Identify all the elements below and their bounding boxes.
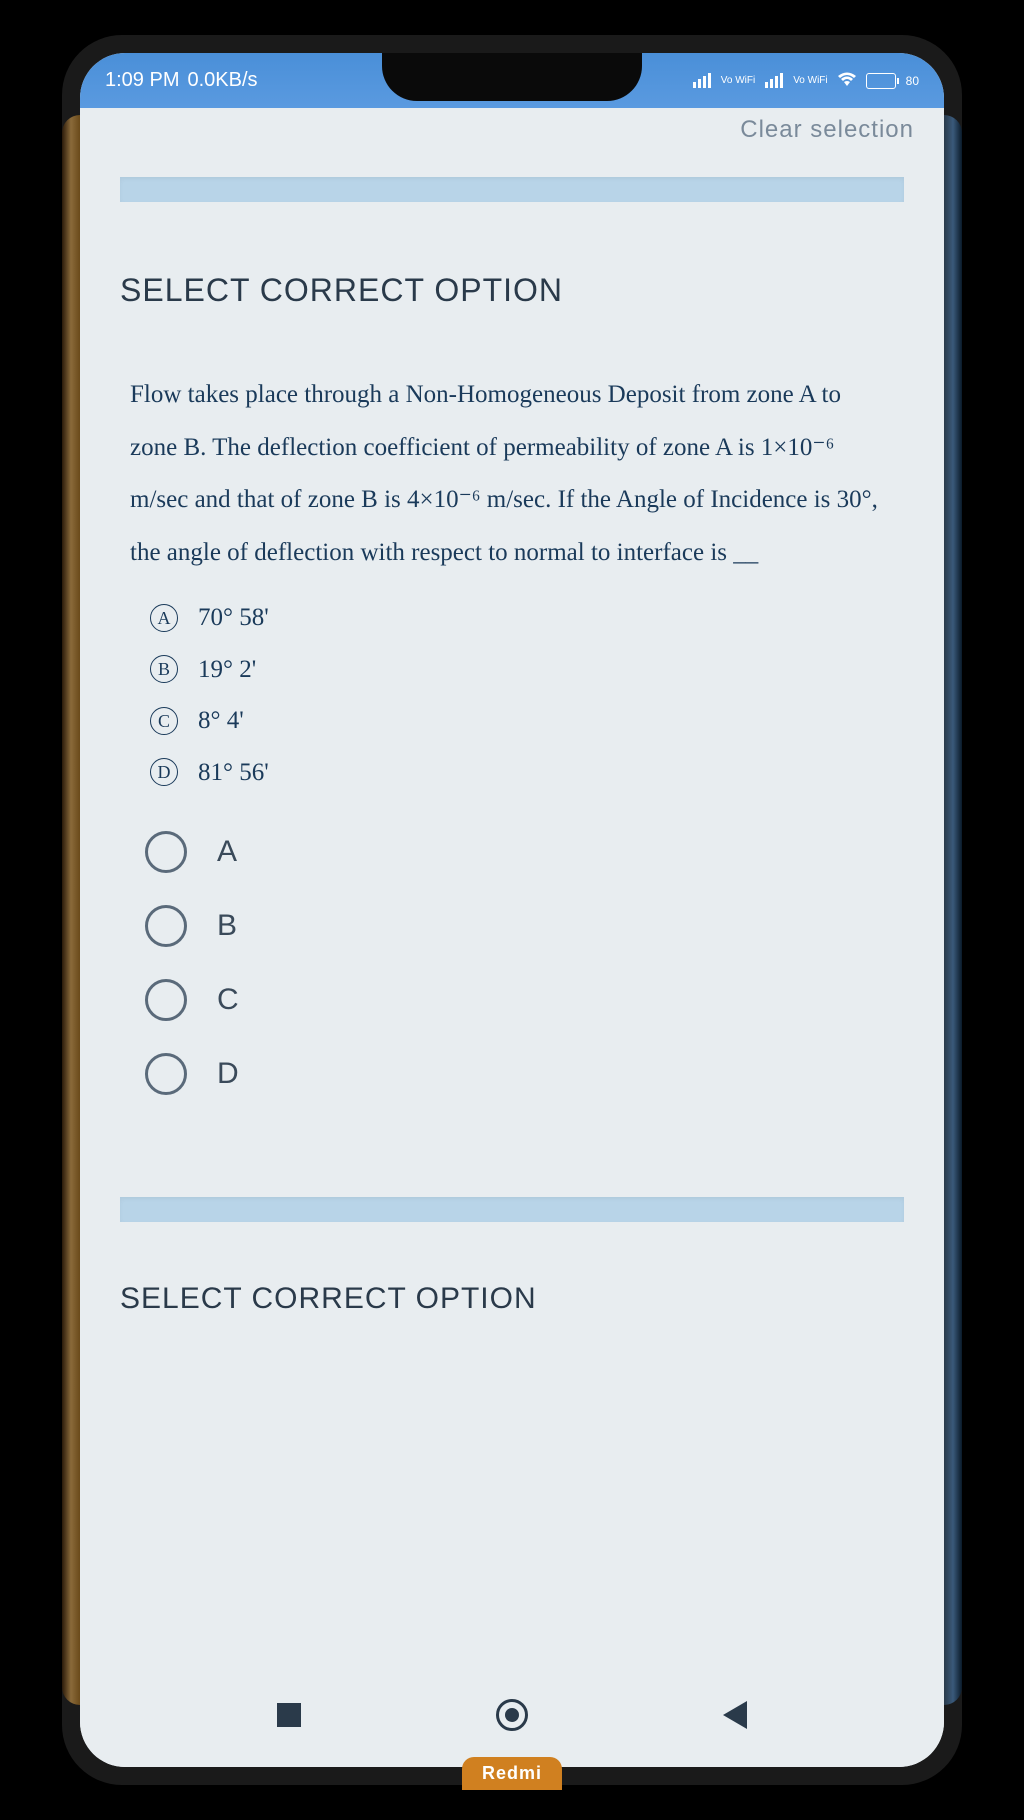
- android-nav-bar: [80, 1662, 944, 1767]
- screen-notch: [382, 53, 642, 101]
- hw-option-a: A 70° 58': [150, 594, 874, 642]
- signal-icon-2: [765, 73, 783, 88]
- question-title: SELECT CORRECT OPTION: [120, 272, 904, 309]
- radio-circle-icon: [145, 1053, 187, 1095]
- radio-label-c: C: [217, 983, 239, 1017]
- battery-level: 80: [906, 74, 919, 88]
- hw-text-a: 70° 58': [198, 594, 269, 642]
- card-separator: [120, 177, 904, 202]
- phone-brand-label: Redmi: [462, 1757, 562, 1790]
- hw-text-d: 81° 56': [198, 749, 269, 797]
- hw-option-c: C 8° 4': [150, 697, 874, 745]
- status-network-speed: 0.0KB/s: [187, 69, 257, 92]
- nav-back-button[interactable]: [723, 1701, 747, 1729]
- status-time: 1:09 PM: [105, 69, 179, 92]
- radio-option-a[interactable]: A: [145, 831, 879, 873]
- nav-recent-button[interactable]: [277, 1703, 301, 1727]
- radio-option-b[interactable]: B: [145, 905, 879, 947]
- signal-icon-1: [693, 73, 711, 88]
- battery-icon: [866, 73, 896, 89]
- nav-home-button[interactable]: [496, 1699, 528, 1731]
- radio-circle-icon: [145, 831, 187, 873]
- hw-text-b: 19° 2': [198, 646, 256, 694]
- clear-selection-button[interactable]: Clear selection: [80, 108, 944, 152]
- radio-circle-icon: [145, 979, 187, 1021]
- phone-edge-left: [62, 115, 80, 1705]
- hw-letter-d: D: [150, 758, 178, 786]
- hw-option-b: B 19° 2': [150, 646, 874, 694]
- radio-label-d: D: [217, 1057, 239, 1091]
- hw-letter-b: B: [150, 655, 178, 683]
- problem-text: Flow takes place through a Non-Homogeneo…: [120, 369, 904, 579]
- phone-edge-right: [944, 115, 962, 1705]
- radio-option-c[interactable]: C: [145, 979, 879, 1021]
- form-content[interactable]: SELECT CORRECT OPTION Flow takes place t…: [80, 152, 944, 1706]
- radio-options-group: A B C D: [120, 831, 904, 1095]
- hw-text-c: 8° 4': [198, 697, 244, 745]
- handwritten-options: A 70° 58' B 19° 2' C 8° 4' D 81° 56': [120, 594, 904, 796]
- card-separator: [120, 1197, 904, 1222]
- sim2-label: Vo WiFi: [793, 76, 827, 85]
- radio-circle-icon: [145, 905, 187, 947]
- question-card: SELECT CORRECT OPTION Flow takes place t…: [120, 227, 904, 1172]
- hw-letter-c: C: [150, 707, 178, 735]
- radio-option-d[interactable]: D: [145, 1053, 879, 1095]
- status-left: 1:09 PM 0.0KB/s: [105, 69, 258, 92]
- sim1-label: Vo WiFi: [721, 76, 755, 85]
- radio-label-a: A: [217, 835, 237, 869]
- phone-screen: 1:09 PM 0.0KB/s Vo WiFi Vo WiFi 80 Clear…: [80, 53, 944, 1767]
- wifi-icon: [838, 70, 856, 91]
- radio-label-b: B: [217, 909, 237, 943]
- status-right: Vo WiFi Vo WiFi 80: [693, 70, 919, 91]
- hw-option-d: D 81° 56': [150, 749, 874, 797]
- phone-frame: 1:09 PM 0.0KB/s Vo WiFi Vo WiFi 80 Clear…: [62, 35, 962, 1785]
- next-question-title: SELECT CORRECT OPTION: [120, 1247, 904, 1376]
- hw-letter-a: A: [150, 604, 178, 632]
